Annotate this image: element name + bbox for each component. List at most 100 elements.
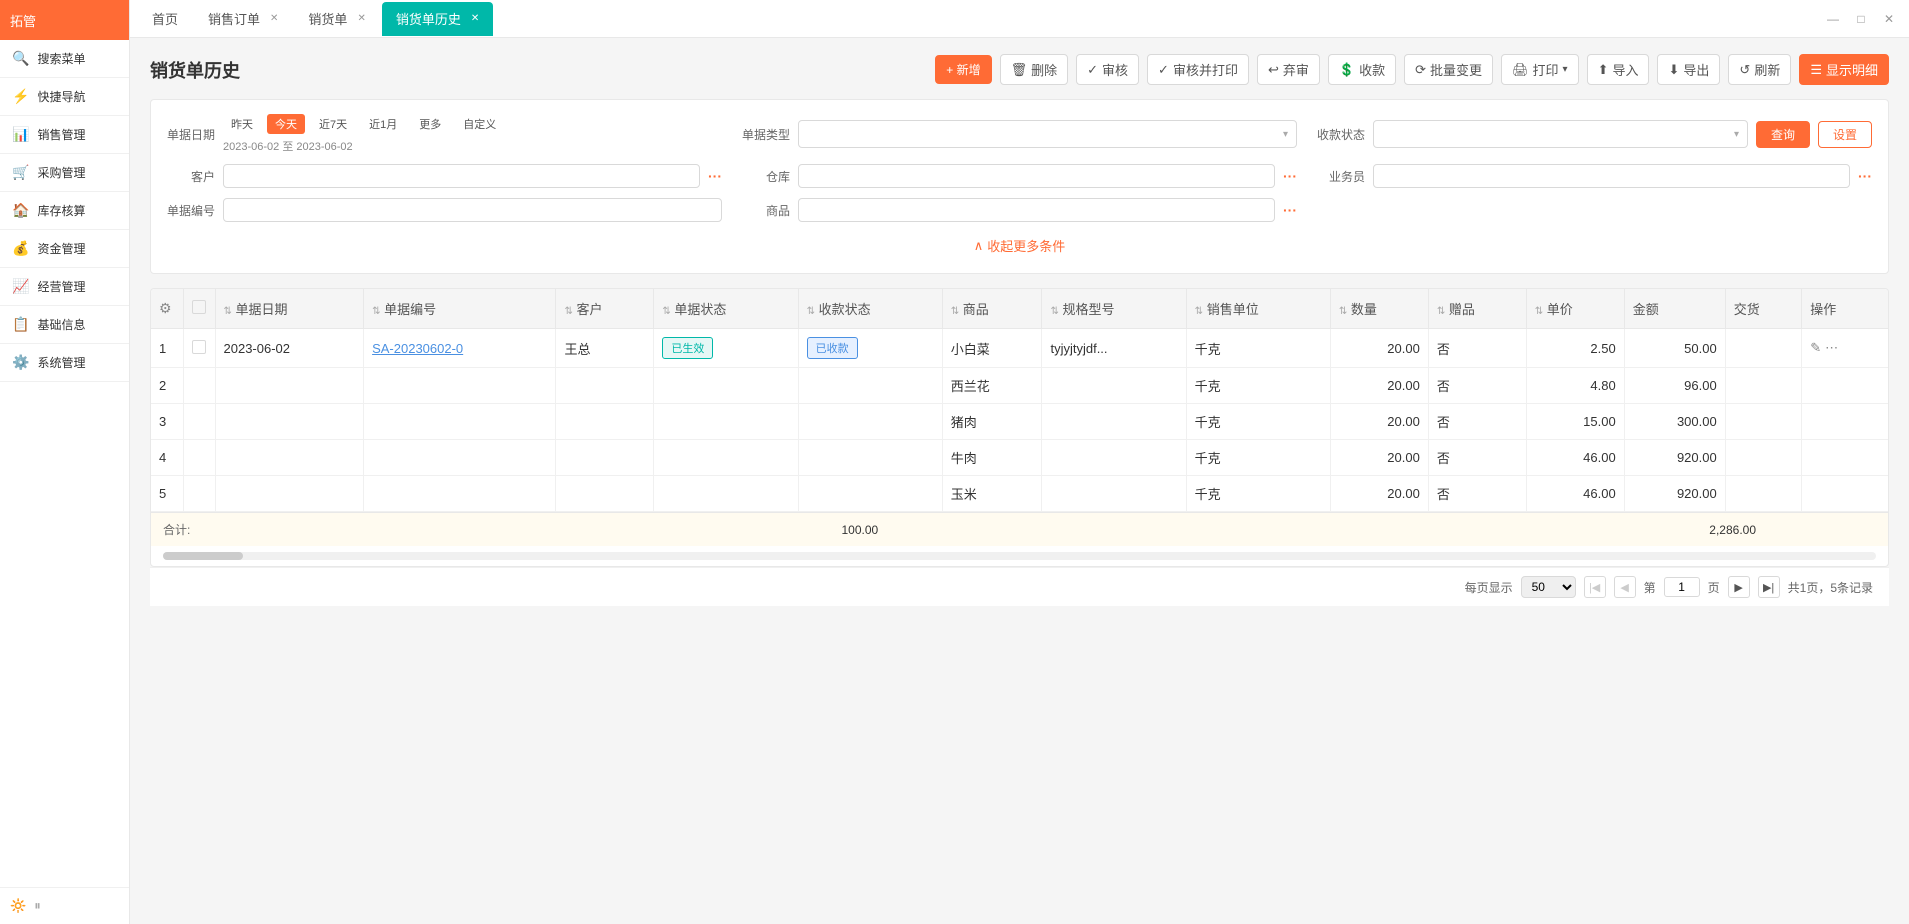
customer-input[interactable] <box>223 164 700 188</box>
doc-no-input[interactable] <box>223 198 722 222</box>
staff-input[interactable] <box>1373 164 1850 188</box>
spec-sort-icon[interactable]: ⇅ <box>1050 306 1058 317</box>
warehouse-dots-button[interactable]: ··· <box>1283 168 1297 184</box>
collect-status-sort-icon[interactable]: ⇅ <box>807 306 815 317</box>
audit-button[interactable]: ✓ 审核 <box>1076 54 1139 85</box>
operation-cell: ✎⋯ <box>1802 329 1888 368</box>
minimize-button[interactable]: — <box>1821 7 1845 31</box>
doc-type-select[interactable]: ▾ <box>798 120 1297 148</box>
total-pages-info: 共1页，5条记录 <box>1788 579 1873 596</box>
collect-status-select[interactable]: ▾ <box>1373 120 1748 148</box>
gift-cell: 否 <box>1428 404 1526 440</box>
collect-button[interactable]: 💲 收款 <box>1328 54 1396 85</box>
doc-status-sort-icon[interactable]: ⇅ <box>662 306 670 317</box>
date-pill-yesterday[interactable]: 昨天 <box>223 114 261 134</box>
sidebar-item-finance[interactable]: 💰 资金管理 <box>0 230 129 268</box>
goods-header: ⇅ 商品 <box>942 289 1042 329</box>
new-button[interactable]: + 新增 <box>935 55 991 84</box>
data-table: ⚙ ⇅ 单据日期 ⇅ 单据编号 <box>151 289 1888 512</box>
goods-input[interactable] <box>798 198 1275 222</box>
import-icon: ⬆ <box>1598 62 1609 78</box>
sidebar-item-sales-mgmt[interactable]: 📊 销售管理 <box>0 116 129 154</box>
tab-sales-history[interactable]: 销货单历史 ✕ <box>382 2 493 36</box>
settings-button[interactable]: 设置 <box>1818 121 1872 148</box>
gear-settings-icon[interactable]: ⚙ <box>159 300 172 316</box>
tab-sales-delivery-close[interactable]: ✕ <box>357 13 365 24</box>
tab-home[interactable]: 首页 <box>138 2 192 36</box>
staff-dots-button[interactable]: ··· <box>1858 168 1872 184</box>
page-title: 销货单历史 <box>150 57 925 83</box>
edit-icon[interactable]: ✎ <box>1810 340 1821 355</box>
sidebar-item-operations[interactable]: 📈 经营管理 <box>0 268 129 306</box>
amount-cell: 920.00 <box>1624 440 1725 476</box>
goods-dots-button[interactable]: ··· <box>1283 202 1297 218</box>
amount-cell: 920.00 <box>1624 476 1725 512</box>
sidebar-item-sys-mgmt[interactable]: ⚙️ 系统管理 <box>0 344 129 382</box>
gift-cell: 否 <box>1428 368 1526 404</box>
query-button[interactable]: 查询 <box>1756 121 1810 148</box>
print-button[interactable]: 🖨 打印 ▾ <box>1501 54 1579 85</box>
show-detail-button[interactable]: ☰ 显示明细 <box>1799 54 1889 85</box>
collect-status-label: 收款状态 <box>1317 126 1365 143</box>
sidebar-item-purchase-mgmt[interactable]: 🛒 采购管理 <box>0 154 129 192</box>
select-all-checkbox[interactable] <box>192 300 206 314</box>
collapse-button[interactable]: ∧ 收起更多条件 <box>974 232 1066 259</box>
transaction-cell <box>1725 440 1802 476</box>
date-pill-1month[interactable]: 近1月 <box>361 114 405 134</box>
import-button[interactable]: ⬆ 导入 <box>1587 54 1650 85</box>
spec-cell <box>1042 404 1186 440</box>
gift-sort-icon[interactable]: ⇅ <box>1437 306 1445 317</box>
sidebar: 拓管 🔍 搜索菜单 ⚡ 快捷导航 📊 销售管理 🛒 采购管理 🏠 库存核算 💰 … <box>0 0 130 924</box>
last-page-button[interactable]: ▶| <box>1758 576 1780 598</box>
date-pill-today[interactable]: 今天 <box>267 114 305 134</box>
warehouse-input[interactable] <box>798 164 1275 188</box>
abandon-button[interactable]: ↩ 弃审 <box>1257 54 1320 85</box>
sidebar-footer-icon1[interactable]: 🔆 <box>10 898 26 914</box>
doc-no-sort-icon[interactable]: ⇅ <box>372 306 380 317</box>
tab-sales-order-close[interactable]: ✕ <box>270 13 278 24</box>
unit-cell: 千克 <box>1186 440 1330 476</box>
date-pill-7days[interactable]: 近7天 <box>311 114 355 134</box>
customer-sort-icon[interactable]: ⇅ <box>564 306 572 317</box>
sidebar-item-quick-nav[interactable]: ⚡ 快捷导航 <box>0 78 129 116</box>
tab-sales-history-close[interactable]: ✕ <box>471 13 479 24</box>
qty-sort-icon[interactable]: ⇅ <box>1339 306 1347 317</box>
per-page-select[interactable]: 50 100 200 <box>1521 576 1576 598</box>
sidebar-item-label: 经营管理 <box>37 278 85 295</box>
horizontal-scrollbar[interactable] <box>163 552 1876 560</box>
gift-cell: 否 <box>1428 329 1526 368</box>
tab-sales-delivery[interactable]: 销货单 ✕ <box>294 2 379 36</box>
doc-no-link[interactable]: SA-20230602-0 <box>372 341 463 356</box>
refresh-button[interactable]: ↺ 刷新 <box>1728 54 1791 85</box>
prev-page-button[interactable]: ◀ <box>1614 576 1636 598</box>
sidebar-footer: 🔆 ⏸ <box>0 887 129 924</box>
row-checkbox[interactable] <box>192 340 206 354</box>
date-pill-custom[interactable]: 自定义 <box>455 114 504 134</box>
unit-sort-icon[interactable]: ⇅ <box>1195 306 1203 317</box>
price-sort-icon[interactable]: ⇅ <box>1535 306 1543 317</box>
export-button[interactable]: ⬇ 导出 <box>1657 54 1720 85</box>
maximize-button[interactable]: □ <box>1849 7 1873 31</box>
sidebar-item-basic-info[interactable]: 📋 基础信息 <box>0 306 129 344</box>
customer-dots-button[interactable]: ··· <box>708 168 722 184</box>
tab-sales-order[interactable]: 销售订单 ✕ <box>194 2 292 36</box>
date-pill-more[interactable]: 更多 <box>411 114 449 134</box>
transaction-cell <box>1725 404 1802 440</box>
filter-staff: 业务员 ··· <box>1317 164 1872 188</box>
sidebar-footer-icon2[interactable]: ⏸ <box>34 898 41 914</box>
sidebar-item-search-menu[interactable]: 🔍 搜索菜单 <box>0 40 129 78</box>
more-icon[interactable]: ⋯ <box>1825 340 1838 355</box>
next-page-button[interactable]: ▶ <box>1728 576 1750 598</box>
audit-print-button[interactable]: ✓ 审核并打印 <box>1147 54 1249 85</box>
close-button[interactable]: ✕ <box>1877 7 1901 31</box>
doc-status-cell: 已生效 <box>654 329 798 368</box>
page-number-input[interactable]: 1 <box>1664 577 1700 597</box>
doc-date-sort-icon[interactable]: ⇅ <box>224 306 232 317</box>
goods-sort-icon[interactable]: ⇅ <box>951 306 959 317</box>
doc-date-header: ⇅ 单据日期 <box>215 289 364 329</box>
sidebar-item-inventory[interactable]: 🏠 库存核算 <box>0 192 129 230</box>
scrollbar-area <box>151 546 1888 566</box>
delete-button[interactable]: 🗑 删除 <box>1000 54 1069 85</box>
first-page-button[interactable]: |◀ <box>1584 576 1606 598</box>
batch-change-button[interactable]: ⟳ 批量变更 <box>1404 54 1493 85</box>
